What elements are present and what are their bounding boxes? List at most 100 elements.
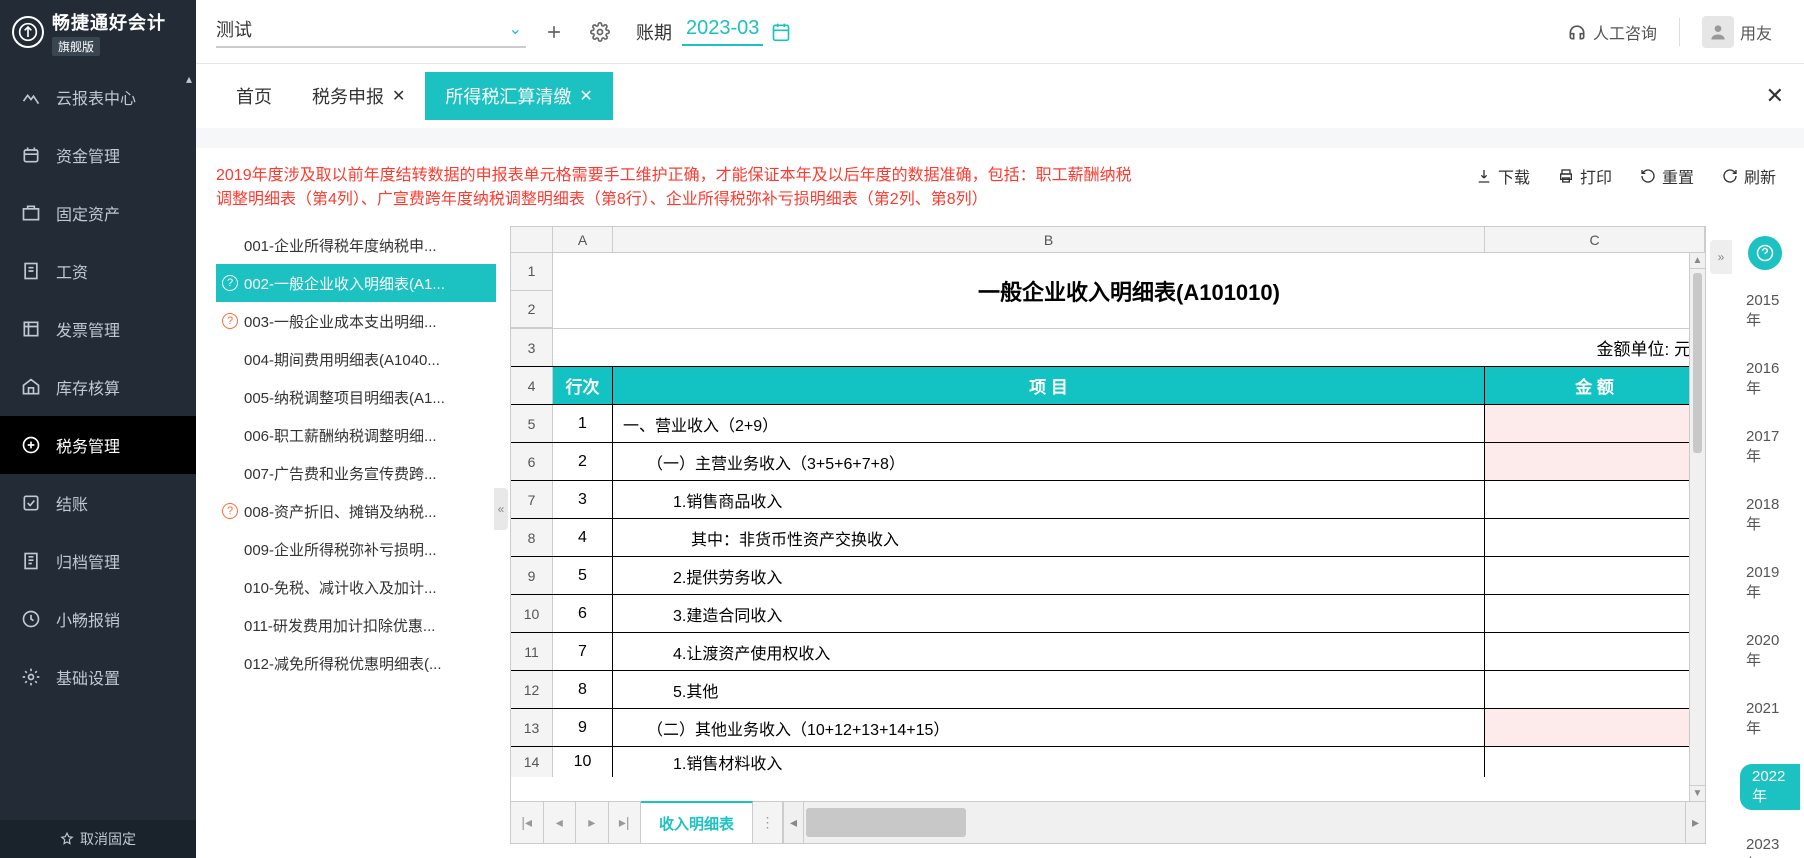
nav-item-4[interactable]: 发票管理 bbox=[0, 300, 196, 358]
year-item[interactable]: 2017年 bbox=[1740, 424, 1800, 470]
hscroll-thumb[interactable] bbox=[806, 808, 966, 837]
sheet-tab-handle[interactable]: ⋮ bbox=[753, 802, 783, 843]
sheet-nav-last[interactable]: ▸| bbox=[609, 802, 642, 843]
cell-line-no[interactable]: 4 bbox=[553, 519, 613, 556]
cell-item[interactable]: 一、营业收入（2+9） bbox=[613, 405, 1485, 442]
nav-item-1[interactable]: 资金管理 bbox=[0, 126, 196, 184]
unit-cell[interactable]: 金额单位: 元 bbox=[553, 329, 1705, 366]
cell-amount[interactable] bbox=[1485, 443, 1705, 480]
row-header-5[interactable]: 5 bbox=[511, 405, 553, 442]
cell-item[interactable]: 3.建造合同收入 bbox=[613, 595, 1485, 632]
scroll-right-icon[interactable]: ▸ bbox=[1685, 802, 1705, 843]
vertical-scrollbar[interactable]: ▲ ▼ bbox=[1689, 253, 1705, 801]
tab-0[interactable]: 首页 bbox=[216, 72, 292, 120]
row-header-2[interactable]: 2 bbox=[511, 291, 553, 329]
scroll-down-icon[interactable]: ▼ bbox=[1690, 785, 1705, 801]
nav-caret-icon[interactable]: ▴ bbox=[186, 72, 192, 86]
cell-amount[interactable] bbox=[1485, 595, 1705, 632]
nav-item-3[interactable]: 工资 bbox=[0, 242, 196, 300]
col-A[interactable]: A bbox=[553, 227, 613, 252]
year-item[interactable]: 2023年 bbox=[1740, 832, 1800, 858]
cell-line-no[interactable]: 2 bbox=[553, 443, 613, 480]
close-icon[interactable]: ✕ bbox=[392, 86, 405, 106]
form-item-4[interactable]: 005-纳税调整项目明细表(A1... bbox=[216, 378, 496, 416]
horizontal-scrollbar[interactable]: ◂ ▸ bbox=[783, 802, 1705, 843]
sheet-tab[interactable]: 收入明细表 bbox=[641, 801, 753, 843]
cell-item[interactable]: 1.销售商品收入 bbox=[613, 481, 1485, 518]
company-selector[interactable]: 测试 ⌄ bbox=[216, 16, 526, 48]
cell-line-no[interactable]: 6 bbox=[553, 595, 613, 632]
sheet-nav-prev[interactable]: ◂ bbox=[544, 802, 577, 843]
cell-amount[interactable] bbox=[1485, 519, 1705, 556]
row-header-3[interactable]: 3 bbox=[511, 329, 553, 366]
cell-amount[interactable] bbox=[1485, 633, 1705, 670]
nav-item-10[interactable]: 基础设置 bbox=[0, 648, 196, 706]
form-item-8[interactable]: 009-企业所得税弥补亏损明... bbox=[216, 530, 496, 568]
form-item-6[interactable]: 007-广告费和业务宣传费跨... bbox=[216, 454, 496, 492]
year-item[interactable]: 2019年 bbox=[1740, 560, 1800, 606]
year-item[interactable]: 2022年 bbox=[1740, 764, 1800, 810]
cell-amount[interactable] bbox=[1485, 405, 1705, 442]
select-all-corner[interactable] bbox=[511, 227, 553, 252]
row-header-10[interactable]: 10 bbox=[511, 595, 553, 632]
form-item-2[interactable]: ?003-一般企业成本支出明细... bbox=[216, 302, 496, 340]
collapse-panel-button[interactable]: « bbox=[494, 488, 508, 530]
row-header-11[interactable]: 11 bbox=[511, 633, 553, 670]
row-header-1[interactable]: 1 bbox=[511, 253, 553, 291]
cell-line-no[interactable]: 10 bbox=[553, 747, 613, 777]
close-icon[interactable]: ✕ bbox=[579, 86, 592, 106]
row-header-12[interactable]: 12 bbox=[511, 671, 553, 708]
year-item[interactable]: 2018年 bbox=[1740, 492, 1800, 538]
tab-1[interactable]: 税务申报✕ bbox=[292, 72, 425, 120]
print-button[interactable]: 打印 bbox=[1558, 164, 1612, 188]
nav-item-8[interactable]: 归档管理 bbox=[0, 532, 196, 590]
nav-item-6[interactable]: 税务管理 bbox=[0, 416, 196, 474]
sheet-nav-first[interactable]: |◂ bbox=[511, 802, 544, 843]
form-item-7[interactable]: ?008-资产折旧、摊销及纳税... bbox=[216, 492, 496, 530]
year-item[interactable]: 2015年 bbox=[1740, 288, 1800, 334]
cell-item[interactable]: （二）其他业务收入（10+12+13+14+15） bbox=[613, 709, 1485, 746]
year-item[interactable]: 2021年 bbox=[1740, 696, 1800, 742]
row-header-9[interactable]: 9 bbox=[511, 557, 553, 594]
nav-item-0[interactable]: 云报表中心 bbox=[0, 68, 196, 126]
form-item-9[interactable]: 010-免税、减计收入及加计... bbox=[216, 568, 496, 606]
calendar-icon[interactable] bbox=[771, 22, 791, 42]
col-C[interactable]: C bbox=[1485, 227, 1705, 252]
form-item-1[interactable]: ?002-一般企业收入明细表(A1... bbox=[216, 264, 496, 302]
vscroll-thumb[interactable] bbox=[1693, 273, 1702, 453]
cell-amount[interactable] bbox=[1485, 709, 1705, 746]
header-line-no[interactable]: 行次 bbox=[553, 367, 613, 404]
row-header-7[interactable]: 7 bbox=[511, 481, 553, 518]
close-all-tabs-button[interactable]: ✕ bbox=[1766, 83, 1784, 109]
reset-button[interactable]: 重置 bbox=[1640, 164, 1694, 188]
nav-item-9[interactable]: 小畅报销 bbox=[0, 590, 196, 648]
cell-item[interactable]: 4.让渡资产使用权收入 bbox=[613, 633, 1485, 670]
sheet-nav-next[interactable]: ▸ bbox=[576, 802, 609, 843]
cell-item[interactable]: 5.其他 bbox=[613, 671, 1485, 708]
cell-item[interactable]: 1.销售材料收入 bbox=[613, 747, 1485, 777]
cell-amount[interactable] bbox=[1485, 481, 1705, 518]
form-item-3[interactable]: 004-期间费用明细表(A1040... bbox=[216, 340, 496, 378]
refresh-button[interactable]: 刷新 bbox=[1722, 164, 1776, 188]
form-item-5[interactable]: 006-职工薪酬纳税调整明细... bbox=[216, 416, 496, 454]
support-link[interactable]: 人工咨询 bbox=[1555, 20, 1669, 44]
cell-amount[interactable] bbox=[1485, 557, 1705, 594]
tab-2[interactable]: 所得税汇算清缴✕ bbox=[425, 72, 612, 120]
nav-item-2[interactable]: 固定资产 bbox=[0, 184, 196, 242]
row-header-4[interactable]: 4 bbox=[511, 367, 553, 404]
add-button[interactable] bbox=[536, 14, 572, 50]
cell-line-no[interactable]: 1 bbox=[553, 405, 613, 442]
header-item[interactable]: 项 目 bbox=[613, 367, 1485, 404]
cell-line-no[interactable]: 8 bbox=[553, 671, 613, 708]
row-header-13[interactable]: 13 bbox=[511, 709, 553, 746]
form-item-10[interactable]: 011-研发费用加计扣除优惠... bbox=[216, 606, 496, 644]
sheet-title[interactable]: 一般企业收入明细表(A101010) bbox=[553, 253, 1705, 328]
cell-line-no[interactable]: 9 bbox=[553, 709, 613, 746]
scroll-up-icon[interactable]: ▲ bbox=[1690, 253, 1705, 269]
row-header-8[interactable]: 8 bbox=[511, 519, 553, 556]
form-item-11[interactable]: 012-减免所得税优惠明细表(... bbox=[216, 644, 496, 682]
year-item[interactable]: 2020年 bbox=[1740, 628, 1800, 674]
cell-amount[interactable] bbox=[1485, 747, 1705, 777]
user-menu[interactable]: 用友 bbox=[1690, 16, 1784, 48]
cell-line-no[interactable]: 5 bbox=[553, 557, 613, 594]
